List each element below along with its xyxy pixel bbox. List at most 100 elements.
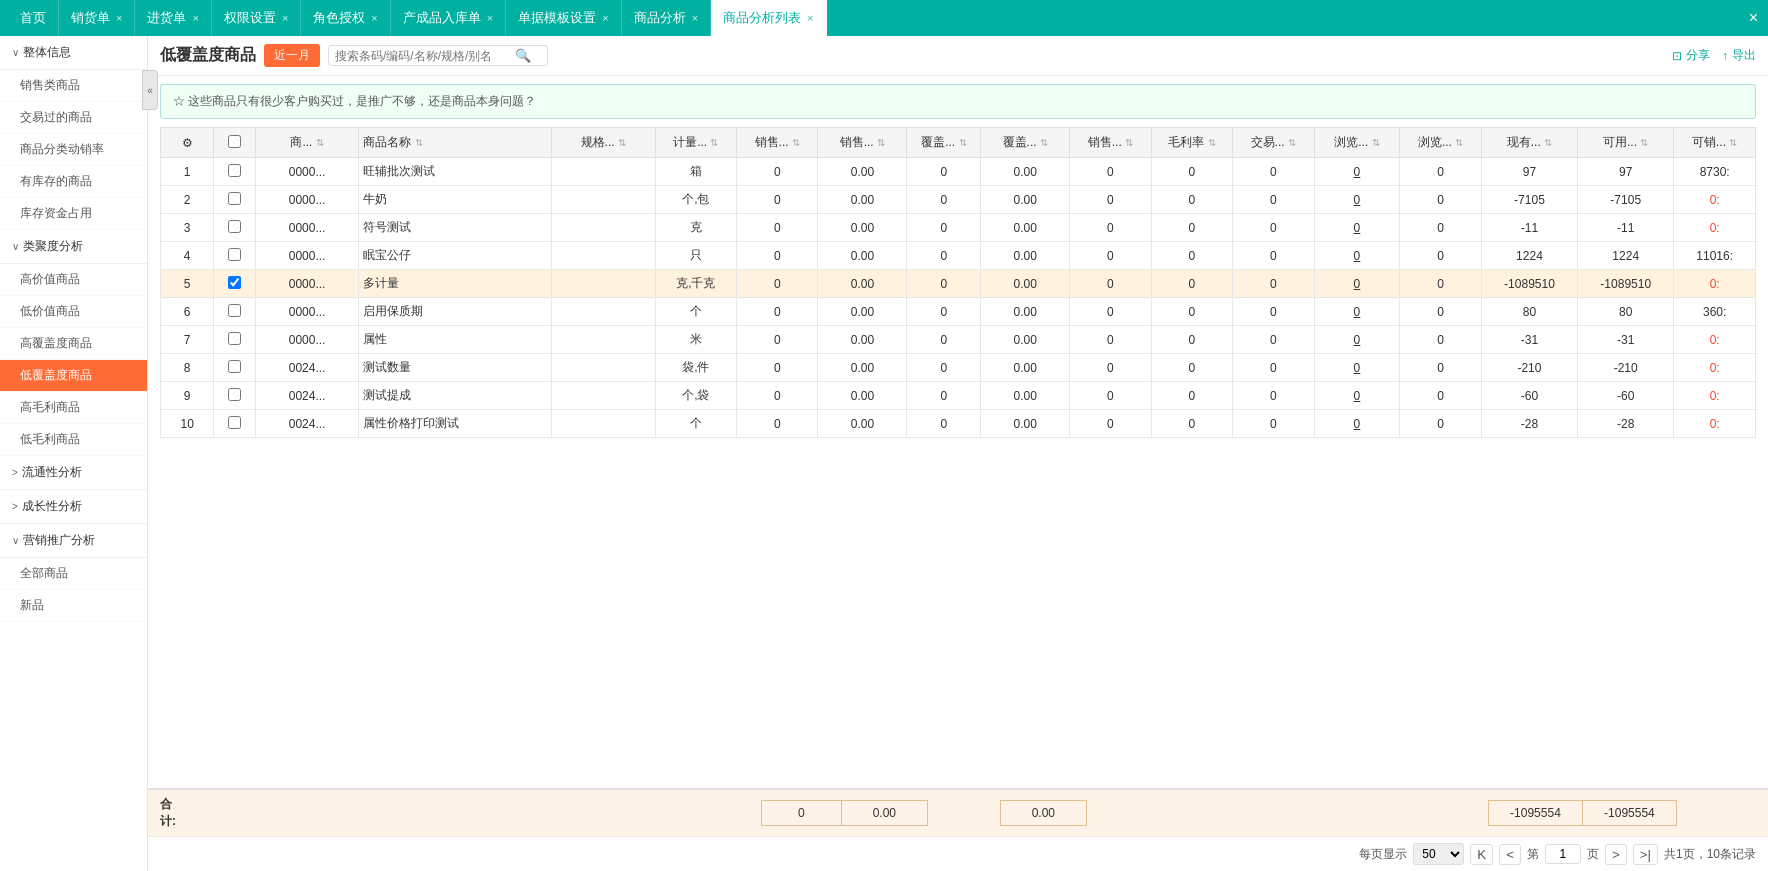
sidebar-section-cluster[interactable]: ∨ 类聚度分析: [0, 230, 147, 264]
col-header-sales-amt[interactable]: 销售... ⇅: [818, 128, 907, 158]
sidebar-item-high-coverage[interactable]: 高覆盖度商品: [0, 328, 147, 360]
row-checkbox[interactable]: [228, 164, 241, 177]
table-row: 9 0024... 测试提成 个,袋 0 0.00 0 0.00 0 0 0 0…: [161, 382, 1756, 410]
nav-tab-roles[interactable]: 角色授权 ×: [301, 0, 390, 36]
row-checkbox-cell[interactable]: [214, 270, 255, 298]
sidebar-item-low-value[interactable]: 低价值商品: [0, 296, 147, 328]
export-button[interactable]: ↑ 导出: [1722, 47, 1756, 64]
row-browse1[interactable]: 0: [1314, 382, 1400, 410]
sidebar-collapse-button[interactable]: «: [142, 70, 158, 110]
col-header-browse1[interactable]: 浏览... ⇅: [1314, 128, 1400, 158]
col-header-spec[interactable]: 规格... ⇅: [551, 128, 655, 158]
close-icon[interactable]: ×: [282, 12, 288, 24]
row-spec: [551, 382, 655, 410]
nav-tab-analysis[interactable]: 商品分析 ×: [622, 0, 711, 36]
total-sales-qty: 0: [762, 801, 841, 826]
row-checkbox-cell[interactable]: [214, 158, 255, 186]
row-browse1[interactable]: 0: [1314, 270, 1400, 298]
sidebar-item-sales-goods[interactable]: 销售类商品: [0, 70, 147, 102]
row-checkbox-cell[interactable]: [214, 242, 255, 270]
sidebar-section-overall[interactable]: ∨ 整体信息: [0, 36, 147, 70]
row-checkbox[interactable]: [228, 388, 241, 401]
col-header-name[interactable]: 商品名称 ⇅: [359, 128, 552, 158]
share-button[interactable]: ⊡ 分享: [1672, 47, 1710, 64]
row-browse1[interactable]: 0: [1314, 298, 1400, 326]
nav-tab-purchase[interactable]: 进货单 ×: [135, 0, 211, 36]
row-checkbox-cell[interactable]: [214, 214, 255, 242]
sidebar-item-low-margin[interactable]: 低毛利商品: [0, 424, 147, 456]
time-filter-button[interactable]: 近一月: [264, 44, 320, 67]
col-header-sellable[interactable]: 可销... ⇅: [1674, 128, 1756, 158]
row-browse1[interactable]: 0: [1314, 214, 1400, 242]
row-checkbox-cell[interactable]: [214, 354, 255, 382]
sidebar-item-traded-goods[interactable]: 交易过的商品: [0, 102, 147, 134]
col-header-cover2[interactable]: 覆盖... ⇅: [981, 128, 1070, 158]
row-browse1[interactable]: 0: [1314, 410, 1400, 438]
row-checkbox[interactable]: [228, 360, 241, 373]
sidebar-item-stock-funds[interactable]: 库存资金占用: [0, 198, 147, 230]
sidebar-item-low-coverage[interactable]: 低覆盖度商品: [0, 360, 147, 392]
sidebar-item-high-margin[interactable]: 高毛利商品: [0, 392, 147, 424]
row-checkbox[interactable]: [228, 248, 241, 261]
row-browse1[interactable]: 0: [1314, 354, 1400, 382]
row-checkbox[interactable]: [228, 332, 241, 345]
sidebar-section-marketing[interactable]: ∨ 营销推广分析: [0, 524, 147, 558]
row-checkbox-cell[interactable]: [214, 326, 255, 354]
row-checkbox[interactable]: [228, 192, 241, 205]
row-browse1[interactable]: 0: [1314, 326, 1400, 354]
row-browse1[interactable]: 0: [1314, 186, 1400, 214]
col-header-check[interactable]: [214, 128, 255, 158]
row-checkbox-cell[interactable]: [214, 298, 255, 326]
close-icon[interactable]: ×: [116, 12, 122, 24]
row-checkbox-cell[interactable]: [214, 382, 255, 410]
sidebar-item-high-value[interactable]: 高价值商品: [0, 264, 147, 296]
row-checkbox[interactable]: [228, 304, 241, 317]
search-input[interactable]: [335, 49, 515, 63]
close-icon[interactable]: ×: [371, 12, 377, 24]
close-icon[interactable]: ×: [692, 12, 698, 24]
sidebar-section-growth[interactable]: > 成长性分析: [0, 490, 147, 524]
col-header-avail[interactable]: 可用... ⇅: [1578, 128, 1674, 158]
page-size-select[interactable]: 50 100 200: [1413, 843, 1464, 865]
col-header-trade[interactable]: 交易... ⇅: [1233, 128, 1314, 158]
close-all-button[interactable]: ×: [1749, 9, 1758, 27]
row-checkbox[interactable]: [228, 416, 241, 429]
nav-tab-template[interactable]: 单据模板设置 ×: [506, 0, 621, 36]
sidebar-item-category-turnover[interactable]: 商品分类动销率: [0, 134, 147, 166]
close-icon[interactable]: ×: [602, 12, 608, 24]
nav-tab-production[interactable]: 产成品入库单 ×: [391, 0, 506, 36]
page-number-input[interactable]: [1545, 844, 1581, 864]
sidebar-item-new-goods[interactable]: 新品: [0, 590, 147, 622]
row-checkbox-cell[interactable]: [214, 410, 255, 438]
close-icon[interactable]: ×: [807, 12, 813, 24]
next-page-button[interactable]: >: [1605, 844, 1627, 865]
col-header-code[interactable]: 商... ⇅: [255, 128, 359, 158]
nav-tab-permissions[interactable]: 权限设置 ×: [212, 0, 301, 36]
row-checkbox[interactable]: [228, 220, 241, 233]
row-browse1[interactable]: 0: [1314, 242, 1400, 270]
nav-tab-analysis-list[interactable]: 商品分析列表 ×: [711, 0, 826, 36]
row-checkbox-cell[interactable]: [214, 186, 255, 214]
col-header-browse2[interactable]: 浏览... ⇅: [1400, 128, 1481, 158]
nav-tab-home[interactable]: 首页: [8, 0, 59, 36]
col-header-gross[interactable]: 毛利率 ⇅: [1151, 128, 1232, 158]
last-page-button[interactable]: >|: [1633, 844, 1658, 865]
sidebar-item-stocked-goods[interactable]: 有库存的商品: [0, 166, 147, 198]
prev-page-button[interactable]: <: [1499, 844, 1521, 865]
close-icon[interactable]: ×: [192, 12, 198, 24]
col-header-sales-qty[interactable]: 销售... ⇅: [737, 128, 818, 158]
row-checkbox[interactable]: [228, 276, 241, 289]
select-all-checkbox[interactable]: [228, 135, 241, 148]
close-icon[interactable]: ×: [487, 12, 493, 24]
col-header-sales2[interactable]: 销售... ⇅: [1070, 128, 1151, 158]
col-header-settings[interactable]: ⚙: [161, 128, 214, 158]
sidebar-section-flow[interactable]: > 流通性分析: [0, 456, 147, 490]
first-page-button[interactable]: K: [1470, 844, 1493, 865]
col-header-stock1[interactable]: 现有... ⇅: [1481, 128, 1577, 158]
nav-tab-sales[interactable]: 销货单 ×: [59, 0, 135, 36]
search-icon[interactable]: 🔍: [515, 48, 531, 63]
col-header-cover1[interactable]: 覆盖... ⇅: [907, 128, 981, 158]
row-browse1[interactable]: 0: [1314, 158, 1400, 186]
sidebar-item-all-goods[interactable]: 全部商品: [0, 558, 147, 590]
col-header-unit[interactable]: 计量... ⇅: [655, 128, 736, 158]
